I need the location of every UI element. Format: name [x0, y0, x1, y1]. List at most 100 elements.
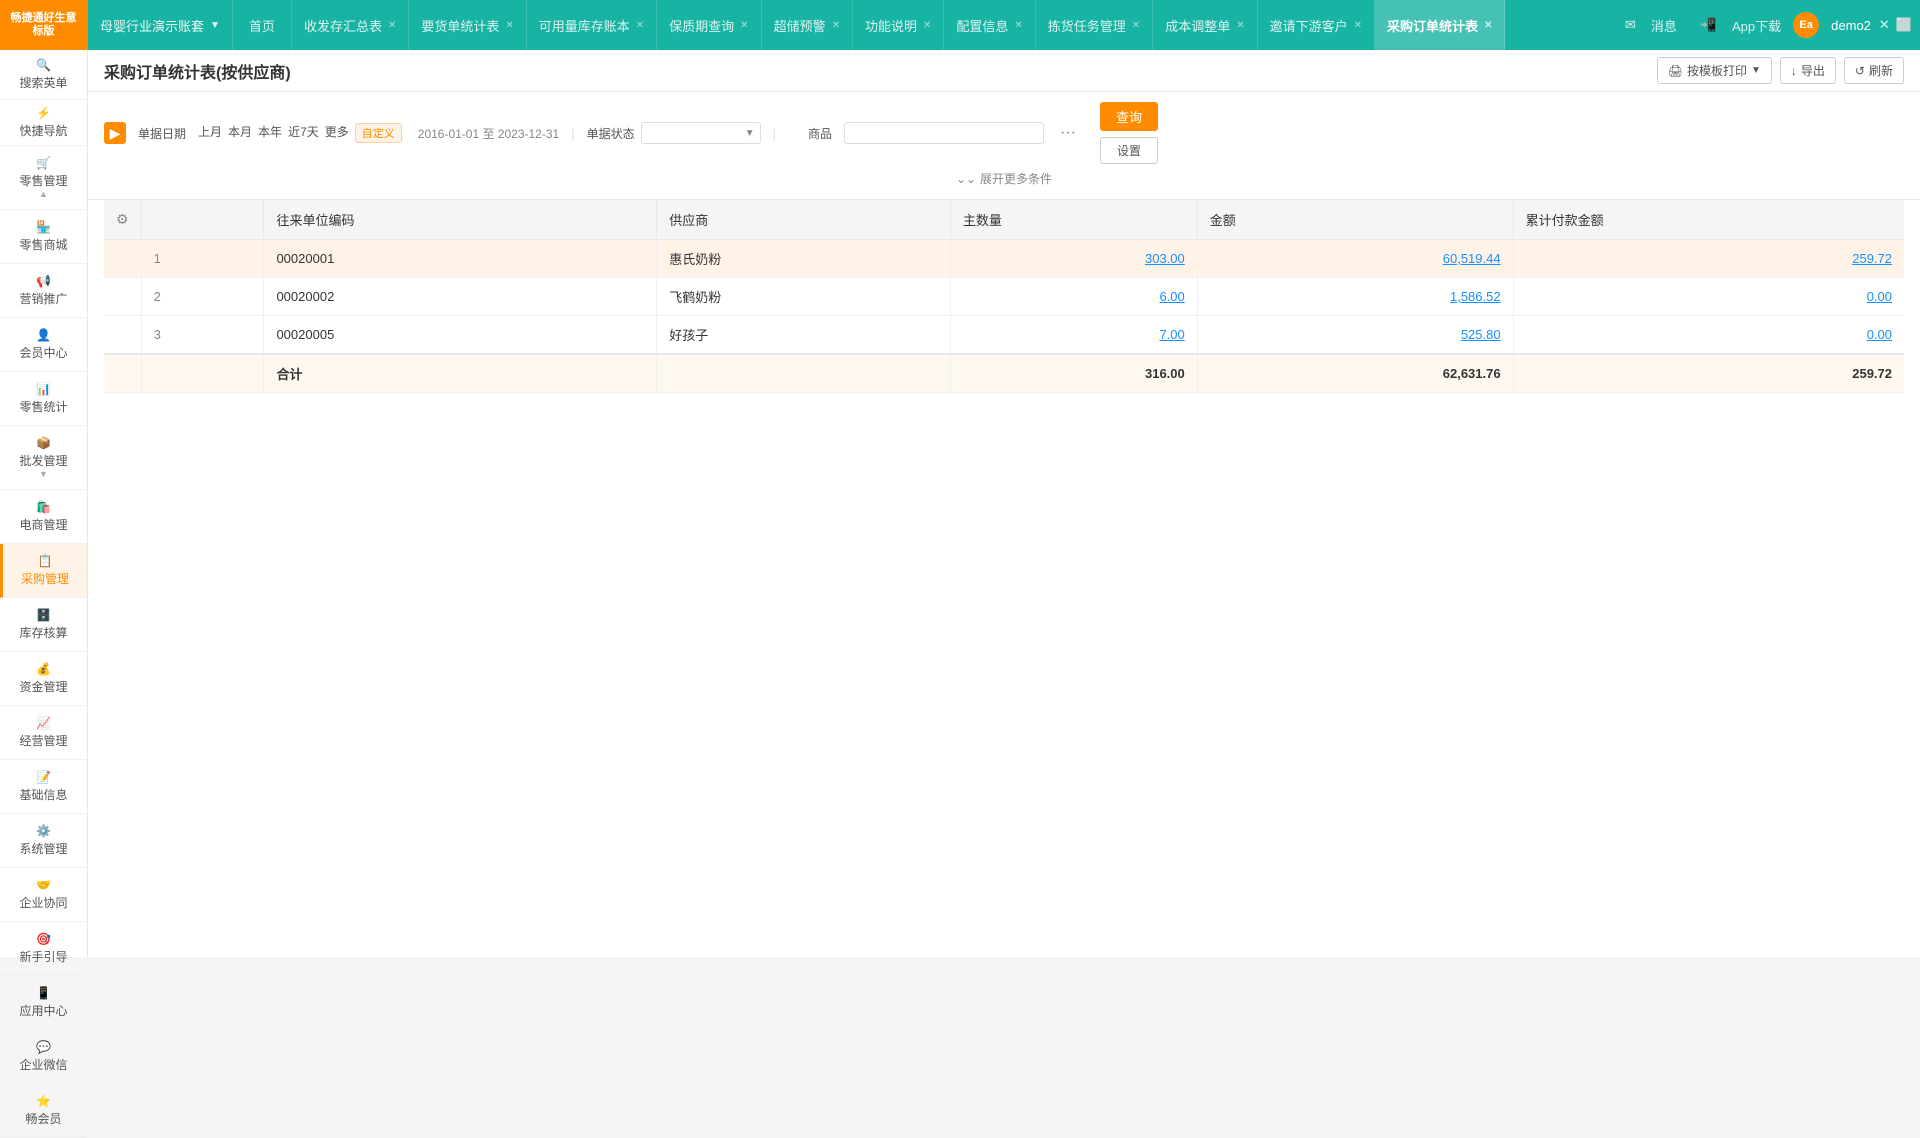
tab-invite-downstream[interactable]: 邀请下游客户 ✕	[1258, 0, 1375, 50]
footer-amount-cell: 62,631.76	[1197, 354, 1513, 393]
tab-close-icon[interactable]: ✕	[1014, 20, 1022, 31]
tab-close-icon[interactable]: ✕	[1132, 20, 1140, 31]
tab-function-desc[interactable]: 功能说明 ✕	[853, 0, 944, 50]
table-footer: 合计 316.00 62,631.76 259.72	[104, 354, 1904, 393]
tab-close-icon[interactable]: ✕	[740, 20, 748, 31]
sidebar-item-member2-label: 畅会员	[25, 1110, 61, 1127]
tab-collect-pay[interactable]: 收发存汇总表 ✕	[292, 0, 409, 50]
sidebar-item-appcenter[interactable]: 📱 应用中心	[0, 976, 87, 1030]
sidebar-item-retail-stats[interactable]: 📊 零售统计	[0, 372, 87, 426]
goods-search-input[interactable]	[844, 122, 1044, 144]
custom-date-badge[interactable]: 自定义	[355, 123, 402, 143]
tab-config-info[interactable]: 配置信息 ✕	[944, 0, 1035, 50]
filter-toggle-button[interactable]: ▶	[104, 122, 126, 144]
row-qty[interactable]: 6.00	[950, 278, 1197, 316]
workspace-selector[interactable]: 母婴行业演示账套 ▼	[88, 0, 233, 50]
row-amount[interactable]: 1,586.52	[1197, 278, 1513, 316]
filter-area: ▶ 单据日期 上月 本月 本年 近7天 更多 自定义 2016-01-01 至 …	[88, 92, 1920, 200]
shortcut-more[interactable]: 更多	[325, 123, 349, 143]
sidebar-item-marketing[interactable]: 📢 营销推广	[0, 264, 87, 318]
tab-close-icon[interactable]: ✕	[388, 20, 396, 31]
tab-home[interactable]: 首页	[233, 0, 292, 50]
sidebar-item-member2[interactable]: ⭐ 畅会员	[0, 1084, 87, 1138]
retail-shop-icon: 🏪	[36, 220, 51, 234]
shortcut-this-year[interactable]: 本年	[258, 123, 282, 143]
basic-icon: 📝	[36, 770, 51, 784]
close-window-icon[interactable]: ✕	[1879, 17, 1890, 33]
sidebar-item-basic[interactable]: 📝 基础信息	[0, 760, 87, 814]
maximize-window-icon[interactable]: ⬜	[1896, 17, 1912, 33]
query-button[interactable]: 查询	[1100, 102, 1158, 131]
column-settings-icon[interactable]: ⚙	[116, 211, 129, 227]
sidebar-item-finance[interactable]: 💰 资金管理	[0, 652, 87, 706]
user-avatar[interactable]: Ea	[1793, 12, 1819, 38]
tab-close-icon[interactable]: ✕	[1236, 20, 1244, 31]
table-row[interactable]: 3 00020005 好孩子 7.00 525.80 0.00	[104, 316, 1904, 355]
table-row[interactable]: 2 00020002 飞鹤奶粉 6.00 1,586.52 0.00	[104, 278, 1904, 316]
tab-close-icon[interactable]: ✕	[1354, 20, 1362, 31]
sidebar-item-wholesale[interactable]: 📦 批发管理 ▼	[0, 426, 87, 490]
expand-more-button[interactable]: ⌄⌄ 展开更多条件	[956, 170, 1052, 187]
sidebar-item-operations[interactable]: 📈 经营管理	[0, 706, 87, 760]
print-button[interactable]: 🖨 按模板打印 ▼	[1657, 57, 1772, 84]
table-row[interactable]: 1 00020001 惠氏奶粉 303.00 60,519.44 259.72	[104, 240, 1904, 278]
tab-close-icon[interactable]: ✕	[636, 20, 644, 31]
status-select-wrapper: ▼	[641, 122, 761, 144]
filter-separator: |	[571, 126, 574, 141]
message-btn[interactable]: ✉ 消息	[1613, 16, 1677, 35]
sidebar-logo: 畅捷通好生意标版	[0, 0, 88, 50]
sidebar-logo-text: 畅捷通好生意标版	[11, 12, 77, 38]
chevron-down-icon: ▲	[39, 189, 48, 199]
sidebar-item-wechat[interactable]: 💬 企业微信	[0, 1030, 87, 1084]
download-icon: 📲	[1701, 17, 1717, 33]
operations-icon: 📈	[36, 716, 51, 730]
app-download-btn[interactable]: 📲 App下载	[1689, 16, 1781, 35]
shortcut-this-month[interactable]: 本月	[228, 123, 252, 143]
row-amount[interactable]: 60,519.44	[1197, 240, 1513, 278]
row-qty[interactable]: 7.00	[950, 316, 1197, 355]
tab-close-icon[interactable]: ✕	[923, 20, 931, 31]
tab-close-icon[interactable]: ✕	[1484, 20, 1492, 31]
tab-available-stock[interactable]: 可用量库存账本 ✕	[527, 0, 657, 50]
sidebar-item-inventory[interactable]: 🗄️ 库存核算	[0, 598, 87, 652]
ecommerce-icon: 🛍️	[36, 500, 51, 514]
refresh-button[interactable]: ↺ 刷新	[1844, 57, 1904, 84]
sidebar-item-purchase[interactable]: 📋 采购管理	[0, 544, 87, 598]
tab-overstock[interactable]: 超储预警 ✕	[762, 0, 853, 50]
shortcut-last-month[interactable]: 上月	[198, 123, 222, 143]
sidebar-item-newguide[interactable]: 🎯 新手引导	[0, 922, 87, 976]
status-select[interactable]	[641, 122, 761, 144]
row-paid-amount[interactable]: 0.00	[1513, 316, 1904, 355]
sidebar-item-quicknav[interactable]: ⚡ 快捷导航	[0, 100, 87, 146]
tab-order-summary[interactable]: 要货单统计表 ✕	[409, 0, 526, 50]
goods-filter-label: 商品	[808, 125, 832, 142]
sidebar-item-member[interactable]: 👤 会员中心	[0, 318, 87, 372]
shortcut-7days[interactable]: 近7天	[288, 123, 319, 143]
sidebar-item-system[interactable]: ⚙️ 系统管理	[0, 814, 87, 868]
tab-purchase-order-stats[interactable]: 采购订单统计表 ✕	[1375, 0, 1505, 50]
tab-pickup-task[interactable]: 拣货任务管理 ✕	[1036, 0, 1153, 50]
sidebar-item-retail[interactable]: 🛒 零售管理 ▲	[0, 146, 87, 210]
footer-index-cell	[141, 354, 264, 393]
query-settings-col: 查询 设置	[1100, 102, 1158, 164]
settings-button[interactable]: 设置	[1100, 137, 1158, 164]
sidebar-item-retail-shop[interactable]: 🏪 零售商城	[0, 210, 87, 264]
goods-more-icon[interactable]: ···	[1060, 124, 1076, 142]
status-filter-label: 单据状态	[587, 125, 635, 142]
row-paid-amount[interactable]: 0.00	[1513, 278, 1904, 316]
row-amount[interactable]: 525.80	[1197, 316, 1513, 355]
tab-close-icon[interactable]: ✕	[832, 20, 840, 31]
tab-close-icon[interactable]: ✕	[505, 20, 513, 31]
row-paid-amount[interactable]: 259.72	[1513, 240, 1904, 278]
row-qty[interactable]: 303.00	[950, 240, 1197, 278]
tab-shelf-life[interactable]: 保质期查询 ✕	[657, 0, 761, 50]
marketing-icon: 📢	[36, 274, 51, 288]
sidebar-item-collab[interactable]: 🤝 企业协同	[0, 868, 87, 922]
sidebar-item-finance-label: 资金管理	[19, 678, 67, 695]
th-supplier-name: 供应商	[657, 200, 951, 240]
sidebar-item-search[interactable]: 🔍 搜索英单	[0, 50, 87, 100]
tab-cost-adjust[interactable]: 成本调整单 ✕	[1153, 0, 1257, 50]
sidebar-item-ecommerce[interactable]: 🛍️ 电商管理	[0, 490, 87, 544]
export-button[interactable]: ↓ 导出	[1780, 57, 1836, 84]
expand-more-row: ⌄⌄ 展开更多条件	[104, 164, 1904, 189]
